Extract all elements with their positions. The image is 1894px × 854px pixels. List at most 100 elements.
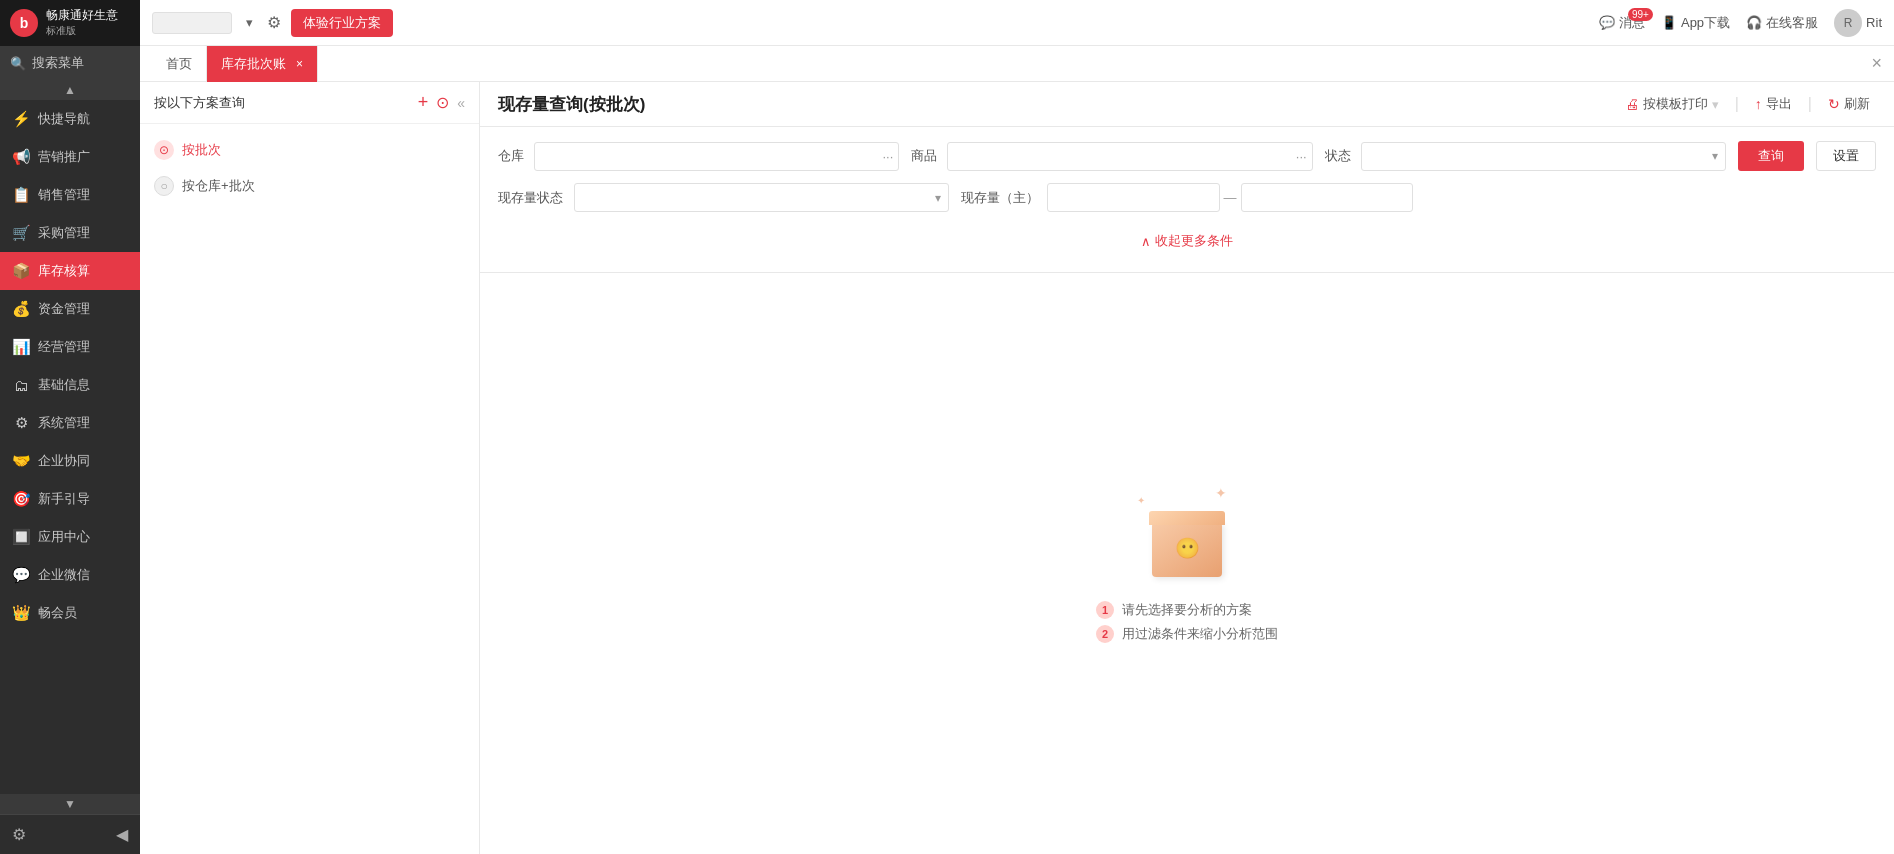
sidebar-footer: ⚙ ◀ bbox=[0, 814, 140, 854]
operations-icon: 📊 bbox=[12, 338, 30, 356]
status-select[interactable] bbox=[1361, 142, 1726, 171]
phone-icon: 📱 bbox=[1661, 15, 1677, 30]
app-title: 畅康通好生意 bbox=[46, 8, 118, 24]
product-more-button[interactable]: ··· bbox=[1296, 149, 1307, 164]
scheme-item-by-warehouse-batch[interactable]: ○ 按仓库+批次 bbox=[140, 168, 479, 204]
stock-qty-min-input[interactable] bbox=[1047, 183, 1219, 212]
sidebar-item-wechat[interactable]: 💬 企业微信 bbox=[0, 556, 140, 594]
breadcrumb-input[interactable] bbox=[152, 12, 232, 34]
empty-state: 😶 ✦ ✦ 1 请先选择要分析的方案 bbox=[1096, 485, 1278, 643]
tab-inventory-batch[interactable]: 库存批次账 × bbox=[207, 46, 318, 82]
tab-close-button[interactable]: × bbox=[296, 57, 303, 71]
headset-icon: 🎧 bbox=[1746, 15, 1762, 30]
product-filter: 商品 ··· bbox=[911, 142, 1312, 171]
tab-home[interactable]: 首页 bbox=[152, 46, 207, 82]
settings-button[interactable]: 设置 bbox=[1816, 141, 1876, 171]
sidebar-header: b 畅康通好生意 标准版 bbox=[0, 0, 140, 46]
topbar-gear-button[interactable]: ⚙ bbox=[267, 13, 281, 32]
stock-status-select-wrap: ▾ bbox=[574, 183, 949, 212]
add-scheme-button[interactable]: + bbox=[418, 92, 429, 113]
refresh-button[interactable]: ↻ 刷新 bbox=[1822, 92, 1876, 116]
sidebar: b 畅康通好生意 标准版 🔍 搜索菜单 ▲ ⚡ 快捷导航 📢 营销推广 📋 销售… bbox=[0, 0, 140, 854]
collapse-row[interactable]: ∧ 收起更多条件 bbox=[498, 224, 1876, 258]
filter-area: 仓库 ··· 商品 ··· 状态 bbox=[480, 127, 1894, 273]
left-panel: 按以下方案查询 + ⊙ « ⊙ 按批次 ○ 按仓库+批次 bbox=[140, 82, 480, 854]
status-select-wrap: ▾ bbox=[1361, 142, 1726, 171]
member-icon: 👑 bbox=[12, 604, 30, 622]
main-area: ▾ ⚙ 体验行业方案 💬 消息 99+ 📱 App下载 🎧 在线客服 R bbox=[140, 0, 1894, 854]
sidebar-item-enterprise[interactable]: 🤝 企业协同 bbox=[0, 442, 140, 480]
page-actions: 🖨 按模板打印 ▾ | ↑ 导出 | ↻ 刷新 bbox=[1619, 92, 1876, 116]
guide-icon: 🎯 bbox=[12, 490, 30, 508]
tip-number-2: 2 bbox=[1096, 625, 1114, 643]
system-icon: ⚙ bbox=[12, 414, 30, 432]
sidebar-item-marketing[interactable]: 📢 营销推广 bbox=[0, 138, 140, 176]
footer-settings-icon[interactable]: ⚙ bbox=[12, 825, 26, 844]
topbar: ▾ ⚙ 体验行业方案 💬 消息 99+ 📱 App下载 🎧 在线客服 R bbox=[140, 0, 1894, 46]
product-input[interactable] bbox=[947, 142, 1312, 171]
sidebar-item-quick-nav[interactable]: ⚡ 快捷导航 bbox=[0, 100, 140, 138]
stock-qty-dash: — bbox=[1220, 190, 1241, 205]
stock-qty-max-input[interactable] bbox=[1241, 183, 1413, 212]
filter-row-2: 现存量状态 ▾ 现存量（主） — bbox=[498, 183, 1876, 212]
sidebar-item-member[interactable]: 👑 畅会员 bbox=[0, 594, 140, 632]
export-button[interactable]: ↑ 导出 bbox=[1749, 92, 1798, 116]
left-panel-header: 按以下方案查询 + ⊙ « bbox=[140, 82, 479, 124]
sidebar-item-apps[interactable]: 🔲 应用中心 bbox=[0, 518, 140, 556]
product-label: 商品 bbox=[911, 147, 941, 165]
stock-status-label: 现存量状态 bbox=[498, 189, 568, 207]
scheme-item-by-batch[interactable]: ⊙ 按批次 bbox=[140, 132, 479, 168]
sidebar-item-inventory[interactable]: 📦 库存核算 bbox=[0, 252, 140, 290]
scheme-icon-by-batch: ⊙ bbox=[154, 140, 174, 160]
experience-button[interactable]: 体验行业方案 bbox=[291, 9, 393, 37]
stock-status-filter: 现存量状态 ▾ bbox=[498, 183, 949, 212]
customer-service-action[interactable]: 🎧 在线客服 bbox=[1746, 14, 1818, 32]
collapse-icon: ∧ bbox=[1141, 234, 1151, 249]
stock-qty-label: 现存量（主） bbox=[961, 189, 1041, 207]
page-header: 现存量查询(按批次) 🖨 按模板打印 ▾ | ↑ 导出 | ↻ bbox=[480, 82, 1894, 127]
app-subtitle: 标准版 bbox=[46, 24, 118, 38]
app-download-action[interactable]: 📱 App下载 bbox=[1661, 14, 1730, 32]
warehouse-input[interactable] bbox=[534, 142, 899, 171]
topbar-right: 💬 消息 99+ 📱 App下载 🎧 在线客服 R Rit bbox=[1599, 9, 1882, 37]
sidebar-item-finance[interactable]: 💰 资金管理 bbox=[0, 290, 140, 328]
sidebar-item-guide[interactable]: 🎯 新手引导 bbox=[0, 480, 140, 518]
status-filter: 状态 ▾ bbox=[1325, 142, 1726, 171]
username-label: Rit bbox=[1866, 15, 1882, 30]
dropdown-button[interactable]: ▾ bbox=[242, 15, 257, 30]
sales-icon: 📋 bbox=[12, 186, 30, 204]
sidebar-nav: ⚡ 快捷导航 📢 营销推广 📋 销售管理 🛒 采购管理 📦 库存核算 💰 资金管… bbox=[0, 100, 140, 794]
messages-action[interactable]: 💬 消息 99+ bbox=[1599, 14, 1645, 32]
app-logo: b bbox=[10, 9, 38, 37]
sidebar-item-system[interactable]: ⚙ 系统管理 bbox=[0, 404, 140, 442]
sidebar-scroll-down[interactable]: ▼ bbox=[0, 794, 140, 814]
scheme-list: ⊙ 按批次 ○ 按仓库+批次 bbox=[140, 124, 479, 212]
query-button[interactable]: 查询 bbox=[1738, 141, 1804, 171]
wechat-icon: 💬 bbox=[12, 566, 30, 584]
empty-illustration: 😶 ✦ ✦ bbox=[1137, 485, 1237, 585]
export-icon: ↑ bbox=[1755, 96, 1762, 112]
sidebar-scroll-up[interactable]: ▲ bbox=[0, 80, 140, 100]
sidebar-item-basic[interactable]: 🗂 基础信息 bbox=[0, 366, 140, 404]
stock-status-select[interactable] bbox=[574, 183, 949, 212]
print-icon: 🖨 bbox=[1625, 96, 1639, 112]
filter-row-1: 仓库 ··· 商品 ··· 状态 bbox=[498, 141, 1876, 171]
scheme-settings-button[interactable]: ⊙ bbox=[436, 93, 449, 112]
footer-collapse-icon[interactable]: ◀ bbox=[116, 825, 128, 844]
sidebar-item-purchase[interactable]: 🛒 采购管理 bbox=[0, 214, 140, 252]
stock-qty-filter: 现存量（主） — bbox=[961, 183, 1412, 212]
tabs-bar: 首页 库存批次账 × × bbox=[140, 46, 1894, 82]
warehouse-more-button[interactable]: ··· bbox=[882, 149, 893, 164]
user-profile-action[interactable]: R Rit bbox=[1834, 9, 1882, 37]
sidebar-search[interactable]: 🔍 搜索菜单 bbox=[0, 46, 140, 80]
message-icon: 💬 bbox=[1599, 15, 1615, 30]
empty-tips: 1 请先选择要分析的方案 2 用过滤条件来缩小分析范围 bbox=[1096, 601, 1278, 643]
close-all-button[interactable]: × bbox=[1871, 53, 1882, 74]
collapse-left-button[interactable]: « bbox=[457, 95, 465, 111]
refresh-icon: ↻ bbox=[1828, 96, 1840, 112]
empty-tip-1: 1 请先选择要分析的方案 bbox=[1096, 601, 1278, 619]
sidebar-item-operations[interactable]: 📊 经营管理 bbox=[0, 328, 140, 366]
print-button[interactable]: 🖨 按模板打印 ▾ bbox=[1619, 92, 1725, 116]
sidebar-item-sales[interactable]: 📋 销售管理 bbox=[0, 176, 140, 214]
print-dropdown-icon[interactable]: ▾ bbox=[1712, 97, 1719, 112]
